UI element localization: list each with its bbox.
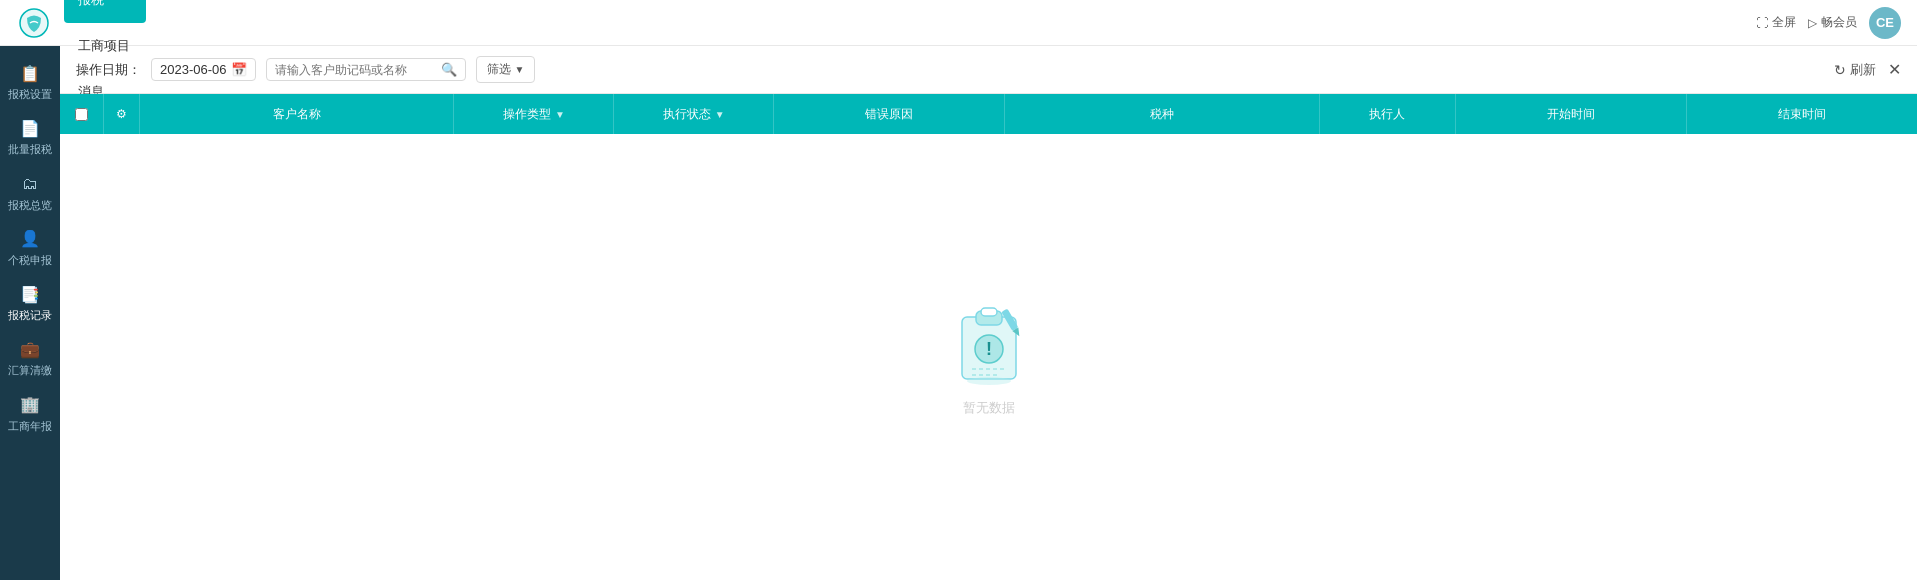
refresh-icon: ↻ xyxy=(1834,62,1846,78)
search-input[interactable] xyxy=(275,63,437,77)
sidebar: 📋 报税设置 📄 批量报税 🗂 报税总览 👤 个税申报 📑 报税记录 💼 汇算清缴 🏢 工商年报 xyxy=(0,46,60,580)
refresh-label: 刷新 xyxy=(1850,61,1876,79)
date-input[interactable]: 2023-06-06 📅 xyxy=(151,58,256,81)
user-avatar[interactable]: CE xyxy=(1869,7,1901,39)
toolbar-right: ↻ 刷新 ✕ xyxy=(1834,61,1901,79)
gear-icon: ⚙ xyxy=(116,107,127,121)
fullscreen-icon: ⛶ xyxy=(1756,16,1768,30)
sidebar-item-baoshuijilu[interactable]: 📑 报税记录 xyxy=(0,275,60,330)
top-nav: 首页客户收费票据new记账报税工商项目消息管理经营服务设置 ⛶ 全屏 ▷ 畅会员… xyxy=(0,0,1917,46)
th-tax-type: 税种 xyxy=(1005,94,1319,134)
search-icon[interactable]: 🔍 xyxy=(441,62,457,77)
empty-state: ! 暂无数据 xyxy=(60,134,1917,580)
th-end-time: 结束时间 xyxy=(1687,94,1917,134)
table-header: ⚙ 客户名称 操作类型 ▼ 执行状态 ▼ 错误原因 税种 xyxy=(60,94,1917,134)
th-start-time-label: 开始时间 xyxy=(1547,106,1595,123)
table-container: ⚙ 客户名称 操作类型 ▼ 执行状态 ▼ 错误原因 税种 xyxy=(60,94,1917,580)
th-executor: 执行人 xyxy=(1320,94,1456,134)
sidebar-item-baoshuishezhi[interactable]: 📋 报税设置 xyxy=(0,54,60,109)
geshuishenbao-icon: 👤 xyxy=(19,228,41,250)
th-end-time-label: 结束时间 xyxy=(1778,106,1826,123)
huisuanjiaonuo-icon: 💼 xyxy=(19,338,41,360)
empty-text: 暂无数据 xyxy=(963,399,1015,417)
sidebar-item-gongshangnianbo[interactable]: 🏢 工商年报 xyxy=(0,386,60,441)
refresh-button[interactable]: ↻ 刷新 xyxy=(1834,61,1876,79)
sidebar-label-huisuanjiaonuo: 汇算清缴 xyxy=(8,363,52,377)
sidebar-label-baoshuishezhi: 报税设置 xyxy=(8,87,52,101)
sidebar-item-piliangbaoshui[interactable]: 📄 批量报税 xyxy=(0,109,60,164)
th-client-label: 客户名称 xyxy=(273,106,321,123)
sort-status-icon[interactable]: ▼ xyxy=(715,109,725,120)
main-layout: 📋 报税设置 📄 批量报税 🗂 报税总览 👤 个税申报 📑 报税记录 💼 汇算清缴 🏢 工商年报 操作日期… xyxy=(0,46,1917,580)
th-status-label: 执行状态 xyxy=(663,106,711,123)
svg-point-10 xyxy=(967,377,1011,385)
sort-op-type-icon[interactable]: ▼ xyxy=(555,109,565,120)
sidebar-item-baoshuizonglan[interactable]: 🗂 报税总览 xyxy=(0,165,60,220)
filter-button[interactable]: 筛选 ▼ xyxy=(476,56,536,83)
th-error-label: 错误原因 xyxy=(865,106,913,123)
search-wrapper: 🔍 xyxy=(266,58,466,81)
fullscreen-button[interactable]: ⛶ 全屏 xyxy=(1756,14,1796,31)
close-button[interactable]: ✕ xyxy=(1888,62,1901,78)
th-executor-label: 执行人 xyxy=(1369,106,1405,123)
nav-item-工商项目[interactable]: 工商项目 xyxy=(64,23,146,69)
th-op-type: 操作类型 ▼ xyxy=(454,94,614,134)
toolbar: 操作日期： 2023-06-06 📅 🔍 筛选 ▼ ↻ 刷新 ✕ xyxy=(60,46,1917,94)
th-checkbox[interactable] xyxy=(60,94,104,134)
member-icon: ▷ xyxy=(1808,16,1817,30)
sidebar-label-geshuishenbao: 个税申报 xyxy=(8,253,52,267)
empty-illustration: ! xyxy=(944,297,1034,387)
baoshuizonglan-icon: 🗂 xyxy=(19,173,41,195)
svg-rect-3 xyxy=(981,308,997,316)
gongshangnianbo-icon: 🏢 xyxy=(19,394,41,416)
th-client: 客户名称 xyxy=(140,94,454,134)
sidebar-item-geshuishenbao[interactable]: 👤 个税申报 xyxy=(0,220,60,275)
calendar-icon: 📅 xyxy=(231,62,247,77)
th-gear[interactable]: ⚙ xyxy=(104,94,140,134)
baoshuishezhi-icon: 📋 xyxy=(19,62,41,84)
sidebar-item-huisuanjiaonuo[interactable]: 💼 汇算清缴 xyxy=(0,330,60,385)
th-status: 执行状态 ▼ xyxy=(614,94,774,134)
sidebar-label-baoshuizonglan: 报税总览 xyxy=(8,198,52,212)
svg-text:!: ! xyxy=(986,339,992,359)
content-area: 操作日期： 2023-06-06 📅 🔍 筛选 ▼ ↻ 刷新 ✕ xyxy=(60,46,1917,580)
baoshuijilu-icon: 📑 xyxy=(19,283,41,305)
th-op-type-label: 操作类型 xyxy=(503,106,551,123)
th-error: 错误原因 xyxy=(774,94,1005,134)
chevron-down-icon: ▼ xyxy=(515,64,525,75)
th-tax-type-label: 税种 xyxy=(1150,106,1174,123)
filter-label: 筛选 xyxy=(487,61,511,78)
logo xyxy=(16,5,52,41)
th-start-time: 开始时间 xyxy=(1456,94,1687,134)
sidebar-label-baoshuijilu: 报税记录 xyxy=(8,308,52,322)
nav-item-报税[interactable]: 报税 xyxy=(64,0,146,23)
sidebar-label-piliangbaoshui: 批量报税 xyxy=(8,142,52,156)
date-value: 2023-06-06 xyxy=(160,62,227,77)
select-all-checkbox[interactable] xyxy=(75,108,88,121)
piliangbaoshui-icon: 📄 xyxy=(19,117,41,139)
nav-right: ⛶ 全屏 ▷ 畅会员 CE xyxy=(1756,7,1901,39)
member-label: 畅会员 xyxy=(1821,14,1857,31)
fullscreen-label: 全屏 xyxy=(1772,14,1796,31)
sidebar-label-gongshangnianbo: 工商年报 xyxy=(8,419,52,433)
member-button[interactable]: ▷ 畅会员 xyxy=(1808,14,1857,31)
